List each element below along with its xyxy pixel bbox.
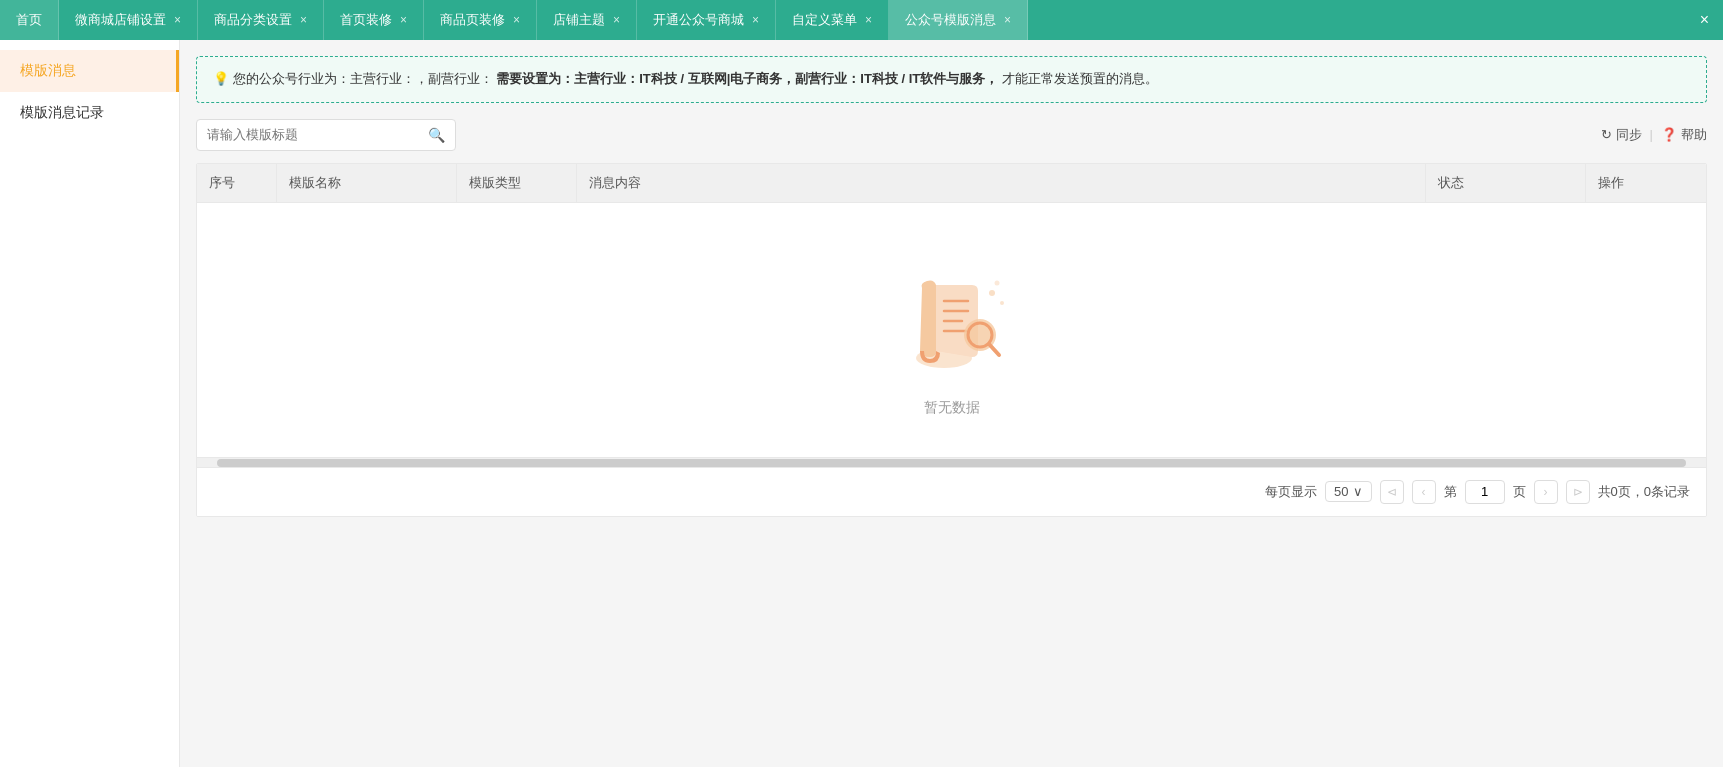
sync-label: 同步 — [1616, 126, 1642, 144]
tab-category-close[interactable]: × — [300, 13, 307, 27]
next-page-button[interactable]: › — [1534, 480, 1558, 504]
page-size-value: 50 — [1334, 484, 1348, 499]
tab-weshop-label: 微商城店铺设置 — [75, 11, 166, 29]
tab-product-decor-label: 商品页装修 — [440, 11, 505, 29]
tab-theme-close[interactable]: × — [613, 13, 620, 27]
help-icon: ❓ — [1661, 127, 1677, 142]
sidebar-item-template-record[interactable]: 模版消息记录 — [0, 92, 179, 134]
tab-mp-store-label: 开通公众号商城 — [653, 11, 744, 29]
close-all-button[interactable]: × — [1686, 11, 1723, 29]
col-action: 操作 — [1586, 164, 1706, 202]
tab-template-msg-close[interactable]: × — [1004, 13, 1011, 27]
prev-page-button[interactable]: ‹ — [1412, 480, 1436, 504]
sidebar-item-template-msg[interactable]: 模版消息 — [0, 50, 179, 92]
col-type: 模版类型 — [457, 164, 577, 202]
help-label: 帮助 — [1681, 126, 1707, 144]
sidebar-item-template-record-label: 模版消息记录 — [20, 104, 104, 120]
first-page-button[interactable]: ⊲ — [1380, 480, 1404, 504]
search-input[interactable] — [207, 127, 428, 142]
tab-theme-label: 店铺主题 — [553, 11, 605, 29]
notice-banner: 💡 您的公众号行业为：主营行业：，副营行业： 需要设置为：主营行业：IT科技 /… — [196, 56, 1707, 103]
sync-button[interactable]: ↻ 同步 — [1601, 126, 1642, 144]
svg-point-8 — [989, 290, 995, 296]
page-input[interactable] — [1465, 480, 1505, 504]
notice-highlight: 需要设置为：主营行业：IT科技 / 互联网|电子商务，副营行业：IT科技 / I… — [496, 71, 998, 86]
horizontal-scrollbar[interactable] — [197, 457, 1706, 467]
tab-home-label: 首页 — [16, 11, 42, 29]
tab-bar: 首页 微商城店铺设置 × 商品分类设置 × 首页装修 × 商品页装修 × 店铺主… — [0, 0, 1723, 40]
sidebar: 模版消息 模版消息记录 — [0, 40, 180, 767]
col-content: 消息内容 — [577, 164, 1426, 202]
notice-prefix: 您的公众号行业为：主营行业：，副营行业： — [233, 71, 493, 86]
col-status: 状态 — [1426, 164, 1586, 202]
main-content: 💡 您的公众号行业为：主营行业：，副营行业： 需要设置为：主营行业：IT科技 /… — [180, 40, 1723, 767]
tab-home-decor-label: 首页装修 — [340, 11, 392, 29]
col-seq: 序号 — [197, 164, 277, 202]
tab-custom-menu[interactable]: 自定义菜单 × — [776, 0, 889, 40]
tab-template-msg[interactable]: 公众号模版消息 × — [889, 0, 1028, 40]
table-header: 序号 模版名称 模版类型 消息内容 状态 操作 — [197, 164, 1706, 203]
last-page-button[interactable]: ⊳ — [1566, 480, 1590, 504]
tab-mp-store-close[interactable]: × — [752, 13, 759, 27]
pagination: 每页显示 50 ∨ ⊲ ‹ 第 页 › ⊳ 共0页，0条记录 — [197, 467, 1706, 516]
data-table: 序号 模版名称 模版类型 消息内容 状态 操作 — [196, 163, 1707, 517]
page-size-select[interactable]: 50 ∨ — [1325, 481, 1371, 502]
notice-suffix: 才能正常发送预置的消息。 — [1002, 71, 1158, 86]
search-bar: 🔍 ↻ 同步 | ❓ 帮助 — [196, 119, 1707, 151]
svg-point-10 — [994, 280, 999, 285]
tab-category[interactable]: 商品分类设置 × — [198, 0, 324, 40]
help-button[interactable]: ❓ 帮助 — [1661, 126, 1707, 144]
tab-mp-store[interactable]: 开通公众号商城 × — [637, 0, 776, 40]
total-info: 共0页，0条记录 — [1598, 483, 1690, 501]
tab-product-decor-close[interactable]: × — [513, 13, 520, 27]
search-input-wrap[interactable]: 🔍 — [196, 119, 456, 151]
toolbar-right: ↻ 同步 | ❓ 帮助 — [1601, 126, 1707, 144]
tab-category-label: 商品分类设置 — [214, 11, 292, 29]
sidebar-item-template-msg-label: 模版消息 — [20, 62, 76, 78]
tab-weshop-close[interactable]: × — [174, 13, 181, 27]
page-label: 第 — [1444, 483, 1457, 501]
tab-theme[interactable]: 店铺主题 × — [537, 0, 637, 40]
tab-custom-menu-close[interactable]: × — [865, 13, 872, 27]
scrollbar-thumb[interactable] — [217, 459, 1686, 467]
tab-home-decor[interactable]: 首页装修 × — [324, 0, 424, 40]
sync-icon: ↻ — [1601, 127, 1612, 142]
empty-text: 暂无数据 — [924, 399, 980, 417]
svg-line-7 — [989, 344, 999, 355]
col-name: 模版名称 — [277, 164, 457, 202]
tab-custom-menu-label: 自定义菜单 — [792, 11, 857, 29]
svg-point-9 — [1000, 301, 1004, 305]
tab-product-decor[interactable]: 商品页装修 × — [424, 0, 537, 40]
notice-icon: 💡 — [213, 71, 233, 86]
tab-template-msg-label: 公众号模版消息 — [905, 11, 996, 29]
tab-home-decor-close[interactable]: × — [400, 13, 407, 27]
page-size-dropdown-icon: ∨ — [1353, 484, 1363, 499]
search-icon[interactable]: 🔍 — [428, 127, 445, 143]
tab-home[interactable]: 首页 — [0, 0, 59, 40]
empty-icon — [892, 263, 1012, 383]
page-size-label: 每页显示 — [1265, 483, 1317, 501]
divider: | — [1650, 127, 1653, 142]
empty-state: 暂无数据 — [197, 203, 1706, 457]
tab-weshop[interactable]: 微商城店铺设置 × — [59, 0, 198, 40]
layout: 模版消息 模版消息记录 💡 您的公众号行业为：主营行业：，副营行业： 需要设置为… — [0, 40, 1723, 767]
page-unit: 页 — [1513, 483, 1526, 501]
